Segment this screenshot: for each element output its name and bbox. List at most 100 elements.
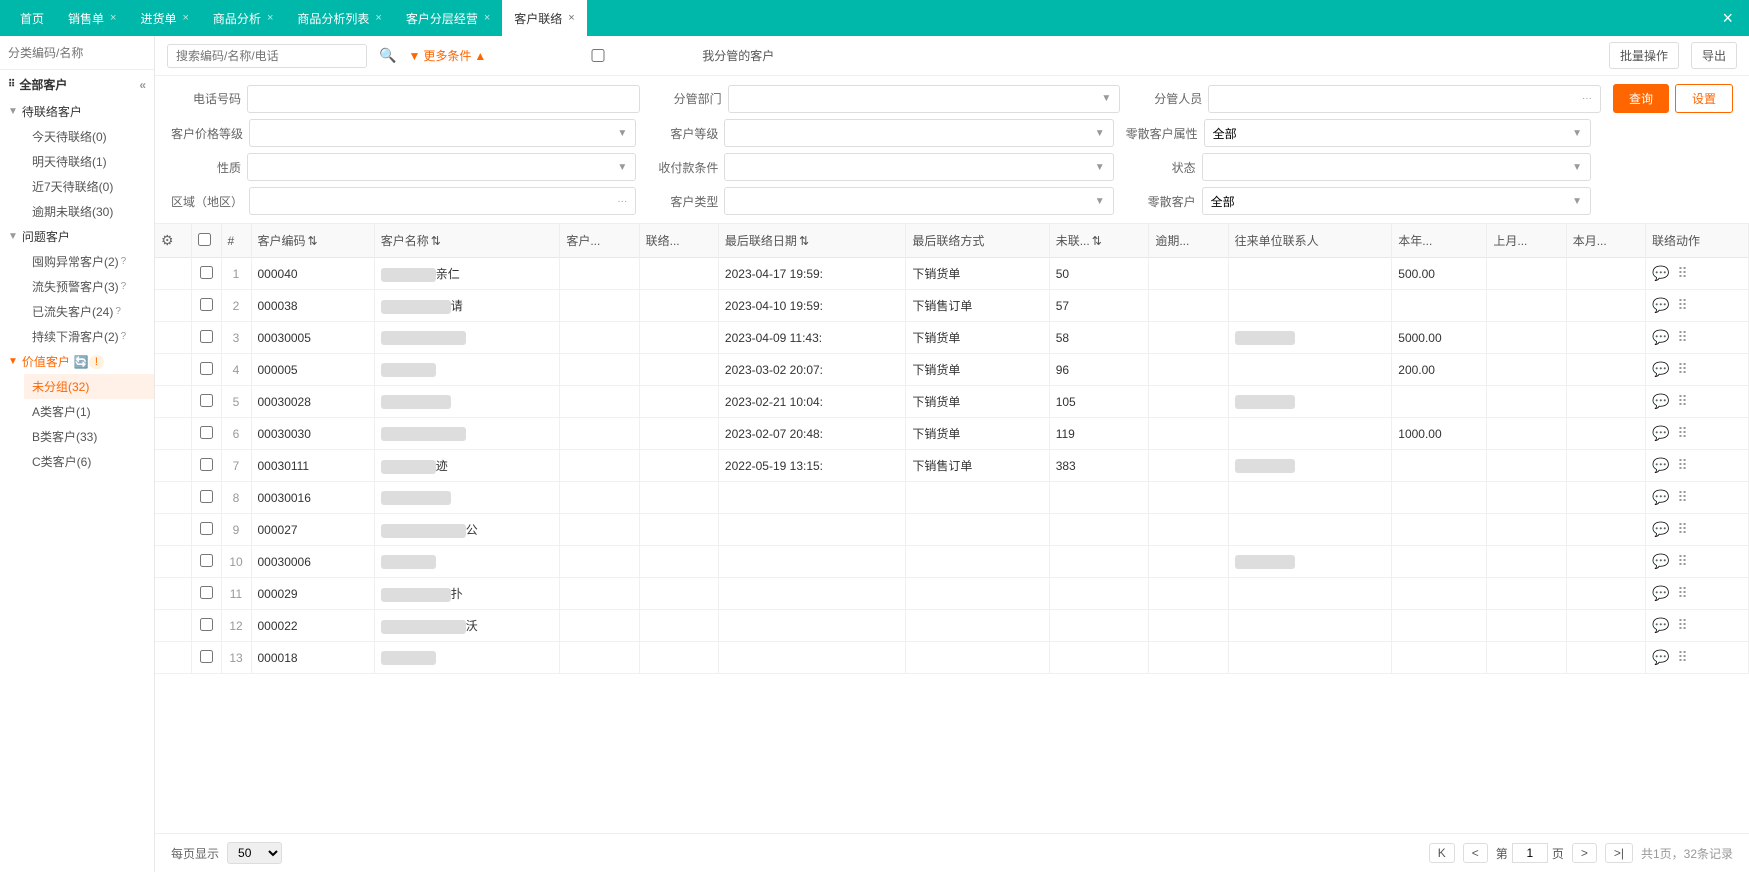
more-action-icon[interactable]: ⠿ xyxy=(1677,585,1687,602)
contact-method-link[interactable]: 下销货单 xyxy=(912,427,960,441)
more-action-icon[interactable]: ⠿ xyxy=(1677,489,1687,506)
phone-input[interactable] xyxy=(247,85,640,113)
contact-icon[interactable]: 💬 xyxy=(1652,489,1669,506)
more-action-icon[interactable]: ⠿ xyxy=(1677,265,1687,282)
query-button[interactable]: 查询 xyxy=(1613,84,1669,113)
prev-page-button[interactable]: < xyxy=(1463,843,1488,863)
close-product-analysis-list[interactable]: × xyxy=(375,12,381,24)
customer-level-select[interactable]: ▼ xyxy=(724,119,1113,147)
sidebar-c-customers[interactable]: C类客户(6) xyxy=(24,449,154,474)
more-action-icon[interactable]: ⠿ xyxy=(1677,425,1687,442)
dept-select[interactable]: ▼ xyxy=(728,85,1121,113)
row-checkbox[interactable] xyxy=(200,554,213,567)
status-select[interactable]: ▼ xyxy=(1202,153,1591,181)
nature-select[interactable]: ▼ xyxy=(247,153,636,181)
row-checkbox[interactable] xyxy=(200,330,213,343)
contact-icon[interactable]: 💬 xyxy=(1652,265,1669,282)
row-checkbox[interactable] xyxy=(200,458,213,471)
retail-attr-select[interactable]: 全部 ▼ xyxy=(1204,119,1591,147)
select-all-checkbox[interactable] xyxy=(198,233,211,246)
search-input[interactable] xyxy=(167,44,367,68)
contact-icon[interactable]: 💬 xyxy=(1652,297,1669,314)
refresh-icon[interactable]: 🔄 xyxy=(74,355,89,369)
close-sales-order[interactable]: × xyxy=(110,12,116,24)
sidebar-value-customers-header[interactable]: ▼ 价值客户 🔄 ! xyxy=(0,349,154,374)
contact-icon[interactable]: 💬 xyxy=(1652,457,1669,474)
contact-icon[interactable]: 💬 xyxy=(1652,553,1669,570)
search-button[interactable]: 🔍 xyxy=(379,47,396,64)
sidebar-7day-pending[interactable]: 近7天待联络(0) xyxy=(24,174,154,199)
page-input[interactable] xyxy=(1512,843,1548,863)
more-conditions-button[interactable]: ▼ 更多条件 ▲ xyxy=(408,47,486,64)
nav-product-analysis-list[interactable]: 商品分析列表 × xyxy=(285,0,393,36)
gear-icon[interactable]: ⚙ xyxy=(161,232,174,248)
contact-icon[interactable]: 💬 xyxy=(1652,585,1669,602)
payment-select[interactable]: ▼ xyxy=(724,153,1113,181)
more-action-icon[interactable]: ⠿ xyxy=(1677,553,1687,570)
sidebar-churn-warning[interactable]: 流失预警客户(3) ? xyxy=(24,274,154,299)
sidebar-declining[interactable]: 持续下滑客户(2) ? xyxy=(24,324,154,349)
close-customer-contact[interactable]: × xyxy=(568,12,574,24)
contact-method-link[interactable]: 下销货单 xyxy=(912,331,960,345)
more-action-icon[interactable]: ⠿ xyxy=(1677,649,1687,666)
sidebar-ungrouped[interactable]: 未分组(32) xyxy=(24,374,154,399)
contact-icon[interactable]: 💬 xyxy=(1652,329,1669,346)
nav-customer-contact[interactable]: 客户联络 × xyxy=(502,0,586,36)
sidebar-a-customers[interactable]: A类客户(1) xyxy=(24,399,154,424)
nav-home[interactable]: 首页 xyxy=(8,0,56,36)
global-close-button[interactable]: × xyxy=(1714,8,1741,29)
sidebar-overdue-pending[interactable]: 逾期未联络(30) xyxy=(24,199,154,224)
batch-operation-button[interactable]: 批量操作 xyxy=(1609,42,1679,69)
contact-method-link[interactable]: 下销货单 xyxy=(912,395,960,409)
sidebar-churned[interactable]: 已流失客户(24) ? xyxy=(24,299,154,324)
row-checkbox[interactable] xyxy=(200,490,213,503)
manager-select[interactable]: ··· xyxy=(1208,85,1601,113)
sidebar-pending-contact-header[interactable]: ▼ 待联络客户 xyxy=(0,99,154,124)
col-no-contact[interactable]: 未联...⇅ xyxy=(1049,224,1149,258)
row-checkbox[interactable] xyxy=(200,394,213,407)
row-checkbox[interactable] xyxy=(200,426,213,439)
nav-purchase-order[interactable]: 进货单 × xyxy=(128,0,200,36)
my-customers-checkbox-label[interactable]: 我分管的客户 xyxy=(498,47,774,64)
sidebar-tomorrow-pending[interactable]: 明天待联络(1) xyxy=(24,149,154,174)
row-checkbox[interactable] xyxy=(200,362,213,375)
price-level-select[interactable]: ▼ xyxy=(249,119,636,147)
sidebar-today-pending[interactable]: 今天待联络(0) xyxy=(24,124,154,149)
close-product-analysis[interactable]: × xyxy=(267,12,273,24)
row-checkbox[interactable] xyxy=(200,618,213,631)
row-checkbox[interactable] xyxy=(200,586,213,599)
export-button[interactable]: 导出 xyxy=(1691,42,1737,69)
contact-icon[interactable]: 💬 xyxy=(1652,361,1669,378)
contact-icon[interactable]: 💬 xyxy=(1652,649,1669,666)
contact-method-link[interactable]: 下销售订单 xyxy=(912,299,972,313)
sidebar-search-input[interactable] xyxy=(8,46,155,60)
more-action-icon[interactable]: ⠿ xyxy=(1677,457,1687,474)
row-checkbox[interactable] xyxy=(200,522,213,535)
contact-method-link[interactable]: 下销售订单 xyxy=(912,459,972,473)
next-page-button[interactable]: > xyxy=(1572,843,1597,863)
customer-type-select[interactable]: ▼ xyxy=(724,187,1113,215)
more-action-icon[interactable]: ⠿ xyxy=(1677,329,1687,346)
reset-button[interactable]: 设置 xyxy=(1675,84,1733,113)
all-customers-header[interactable]: ⠿ 全部客户 « xyxy=(0,70,154,99)
sidebar-abnormal-customers[interactable]: 囤购异常客户(2) ? xyxy=(24,249,154,274)
more-action-icon[interactable]: ⠿ xyxy=(1677,297,1687,314)
close-purchase-order[interactable]: × xyxy=(182,12,188,24)
more-action-icon[interactable]: ⠿ xyxy=(1677,521,1687,538)
row-checkbox[interactable] xyxy=(200,266,213,279)
close-customer-layer[interactable]: × xyxy=(484,12,490,24)
nav-product-analysis[interactable]: 商品分析 × xyxy=(201,0,285,36)
contact-icon[interactable]: 💬 xyxy=(1652,617,1669,634)
nav-customer-layer[interactable]: 客户分层经营 × xyxy=(394,0,502,36)
region-select[interactable]: ··· xyxy=(249,187,636,215)
contact-icon[interactable]: 💬 xyxy=(1652,521,1669,538)
per-page-select[interactable]: 50 100 xyxy=(227,842,282,864)
first-page-button[interactable]: K xyxy=(1429,843,1455,863)
sidebar-b-customers[interactable]: B类客户(33) xyxy=(24,424,154,449)
more-action-icon[interactable]: ⠿ xyxy=(1677,393,1687,410)
contact-icon[interactable]: 💬 xyxy=(1652,393,1669,410)
nav-sales-order[interactable]: 销售单 × xyxy=(56,0,128,36)
contact-method-link[interactable]: 下销货单 xyxy=(912,267,960,281)
sidebar-problem-customers-header[interactable]: ▼ 问题客户 xyxy=(0,224,154,249)
contact-method-link[interactable]: 下销货单 xyxy=(912,363,960,377)
